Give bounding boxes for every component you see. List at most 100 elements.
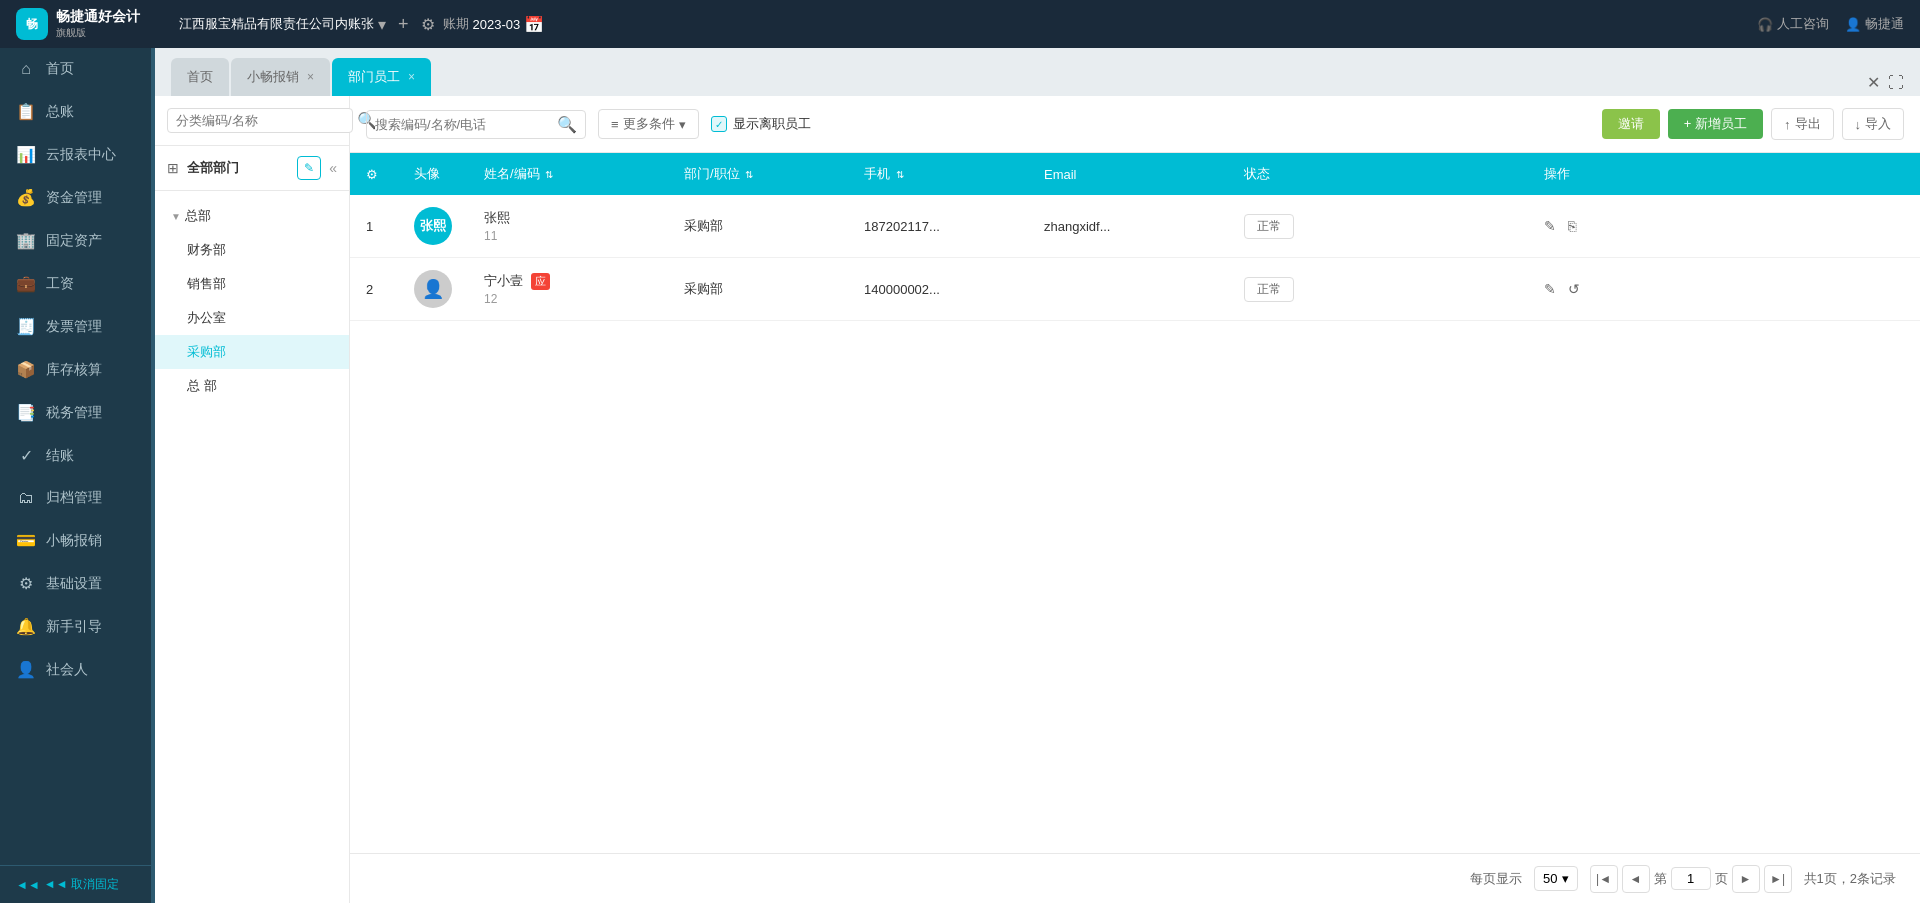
tab-expense-close[interactable]: × — [307, 70, 314, 84]
filter-icon: ≡ — [611, 117, 619, 132]
logout-icon[interactable]: ⎘ — [1568, 218, 1576, 234]
sidebar-label-salary: 工资 — [46, 275, 74, 293]
sidebar-label-invoice: 发票管理 — [46, 318, 102, 336]
header-settings-icon[interactable]: ⚙ — [421, 15, 435, 34]
delete-icon[interactable]: ↺ — [1568, 281, 1580, 297]
sidebar-item-funds[interactable]: 💰 资金管理 — [0, 176, 155, 219]
show-resigned-toggle[interactable]: ✓ 显示离职员工 — [711, 115, 811, 133]
logo-text: 畅捷通好会计 — [56, 8, 140, 26]
page-size-label: 每页显示 — [1470, 870, 1522, 888]
sidebar-item-salary[interactable]: 💼 工资 — [0, 262, 155, 305]
tab-expense[interactable]: 小畅报销 × — [231, 58, 330, 96]
sidebar-item-admin[interactable]: 👤 社会人 — [0, 648, 155, 691]
dept-purchase-label: 采购部 — [187, 343, 226, 361]
tab-home[interactable]: 首页 — [171, 58, 229, 96]
dept-tree-item-office[interactable]: 办公室 — [155, 301, 349, 335]
row1-phone: 187202117... — [848, 195, 1028, 258]
employee-search-icon[interactable]: 🔍 — [557, 115, 577, 134]
close-window-button[interactable]: ✕ — [1867, 73, 1880, 92]
invite-button[interactable]: 邀请 — [1602, 109, 1660, 139]
ledger-icon: 📋 — [16, 102, 36, 121]
add-company-icon[interactable]: + — [398, 14, 409, 35]
export-button[interactable]: ↑ 导出 — [1771, 108, 1834, 140]
top-header: 畅 畅捷通好会计 旗舰版 江西服宝精品有限责任公司内账张 ▾ + ⚙ 账期 20… — [0, 0, 1920, 48]
sidebar-label-guide: 新手引导 — [46, 618, 102, 636]
sidebar-item-invoice[interactable]: 🧾 发票管理 — [0, 305, 155, 348]
company-dropdown-icon[interactable]: ▾ — [378, 15, 386, 34]
sidebar-item-checkout[interactable]: ✓ 结账 — [0, 434, 155, 477]
edit-icon[interactable]: ✎ — [1544, 218, 1556, 234]
next-page-button[interactable]: ► — [1732, 865, 1760, 893]
guide-icon: 🔔 — [16, 617, 36, 636]
dept-tree-item-purchase[interactable]: 采购部 — [155, 335, 349, 369]
sidebar-label-reports: 云报表中心 — [46, 146, 116, 164]
calendar-icon[interactable]: 📅 — [524, 15, 544, 34]
page-size-select[interactable]: 50 ▾ — [1534, 866, 1577, 891]
unpin-icon: ◄◄ — [16, 878, 40, 892]
status-badge: 正常 — [1244, 277, 1294, 302]
first-page-button[interactable]: |◄ — [1590, 865, 1618, 893]
human-service-button[interactable]: 🎧 人工咨询 — [1757, 15, 1829, 33]
table-settings-icon[interactable]: ⚙ — [366, 167, 378, 182]
employee-code: 12 — [484, 292, 652, 306]
th-phone[interactable]: 手机 ⇅ — [848, 153, 1028, 195]
employee-search-input[interactable] — [375, 117, 553, 132]
sidebar-item-settings[interactable]: ⚙ 基础设置 — [0, 562, 155, 605]
filter-dropdown-icon: ▾ — [679, 117, 686, 132]
dept-general-label: 总部 — [185, 207, 211, 225]
dept-finance-label: 财务部 — [187, 241, 226, 259]
add-employee-button[interactable]: + 新增员工 — [1668, 109, 1763, 139]
page-indicator: 第 页 — [1654, 867, 1728, 890]
sidebar: ⌂ 首页 📋 总账 📊 云报表中心 💰 资金管理 🏢 固定资产 💼 工资 — [0, 48, 155, 903]
dept-collapse-button[interactable]: « — [329, 160, 337, 176]
sidebar-item-expense[interactable]: 💳 小畅报销 — [0, 519, 155, 562]
unpin-button[interactable]: ◄◄ ◄◄ 取消固定 — [0, 865, 155, 903]
sidebar-item-ledger[interactable]: 📋 总账 — [0, 90, 155, 133]
last-page-button[interactable]: ►| — [1764, 865, 1792, 893]
import-icon: ↓ — [1855, 117, 1862, 132]
sidebar-item-inventory[interactable]: 📦 库存核算 — [0, 348, 155, 391]
expand-triangle-icon: ▼ — [171, 211, 181, 222]
page-input[interactable] — [1671, 867, 1711, 890]
user-menu[interactable]: 👤 畅捷通 — [1845, 15, 1904, 33]
action-icons: ✎ ⎘ — [1544, 218, 1904, 234]
edit-icon[interactable]: ✎ — [1544, 281, 1556, 297]
prev-page-button[interactable]: ◄ — [1622, 865, 1650, 893]
dept-search-input[interactable] — [167, 108, 353, 133]
tab-employees-close[interactable]: × — [408, 70, 415, 84]
dept-general2-label: 总 部 — [187, 377, 217, 395]
table-row: 1 张熙 张熙 11 采购部 — [350, 195, 1920, 258]
sidebar-item-tax[interactable]: 📑 税务管理 — [0, 391, 155, 434]
th-avatar: 头像 — [398, 153, 468, 195]
filter-label: 更多条件 — [623, 115, 675, 133]
sidebar-label-ledger: 总账 — [46, 103, 74, 121]
dept-tree-item-sales[interactable]: 销售部 — [155, 267, 349, 301]
invoice-icon: 🧾 — [16, 317, 36, 336]
sidebar-item-home[interactable]: ⌂ 首页 — [0, 48, 155, 90]
avatar: 张熙 — [414, 207, 452, 245]
th-settings[interactable]: ⚙ — [350, 153, 398, 195]
dept-edit-button[interactable]: ✎ — [297, 156, 321, 180]
name-row: 宁小壹 应 — [484, 272, 652, 290]
th-name[interactable]: 姓名/编码 ⇅ — [468, 153, 668, 195]
assets-icon: 🏢 — [16, 231, 36, 250]
action-icons: ✎ ↺ — [1544, 281, 1904, 297]
sidebar-item-archive[interactable]: 🗂 归档管理 — [0, 477, 155, 519]
resigned-checkbox[interactable]: ✓ — [711, 116, 727, 132]
unpin-label: ◄◄ 取消固定 — [44, 876, 119, 893]
page-size-dropdown-icon: ▾ — [1562, 871, 1569, 886]
sidebar-item-reports[interactable]: 📊 云报表中心 — [0, 133, 155, 176]
more-filter-button[interactable]: ≡ 更多条件 ▾ — [598, 109, 699, 139]
dept-tree-item-general[interactable]: ▼ 总部 — [155, 199, 349, 233]
sidebar-item-assets[interactable]: 🏢 固定资产 — [0, 219, 155, 262]
import-button[interactable]: ↓ 导入 — [1842, 108, 1905, 140]
th-dept[interactable]: 部门/职位 ⇅ — [668, 153, 848, 195]
maximize-window-button[interactable]: ⛶ — [1888, 73, 1904, 92]
dept-office-label: 办公室 — [187, 309, 226, 327]
dept-tree-item-general2[interactable]: 总 部 — [155, 369, 349, 403]
dept-tree-item-finance[interactable]: 财务部 — [155, 233, 349, 267]
sidebar-item-guide[interactable]: 🔔 新手引导 — [0, 605, 155, 648]
employee-tag: 应 — [531, 273, 550, 290]
funds-icon: 💰 — [16, 188, 36, 207]
tab-employees[interactable]: 部门员工 × — [332, 58, 431, 96]
